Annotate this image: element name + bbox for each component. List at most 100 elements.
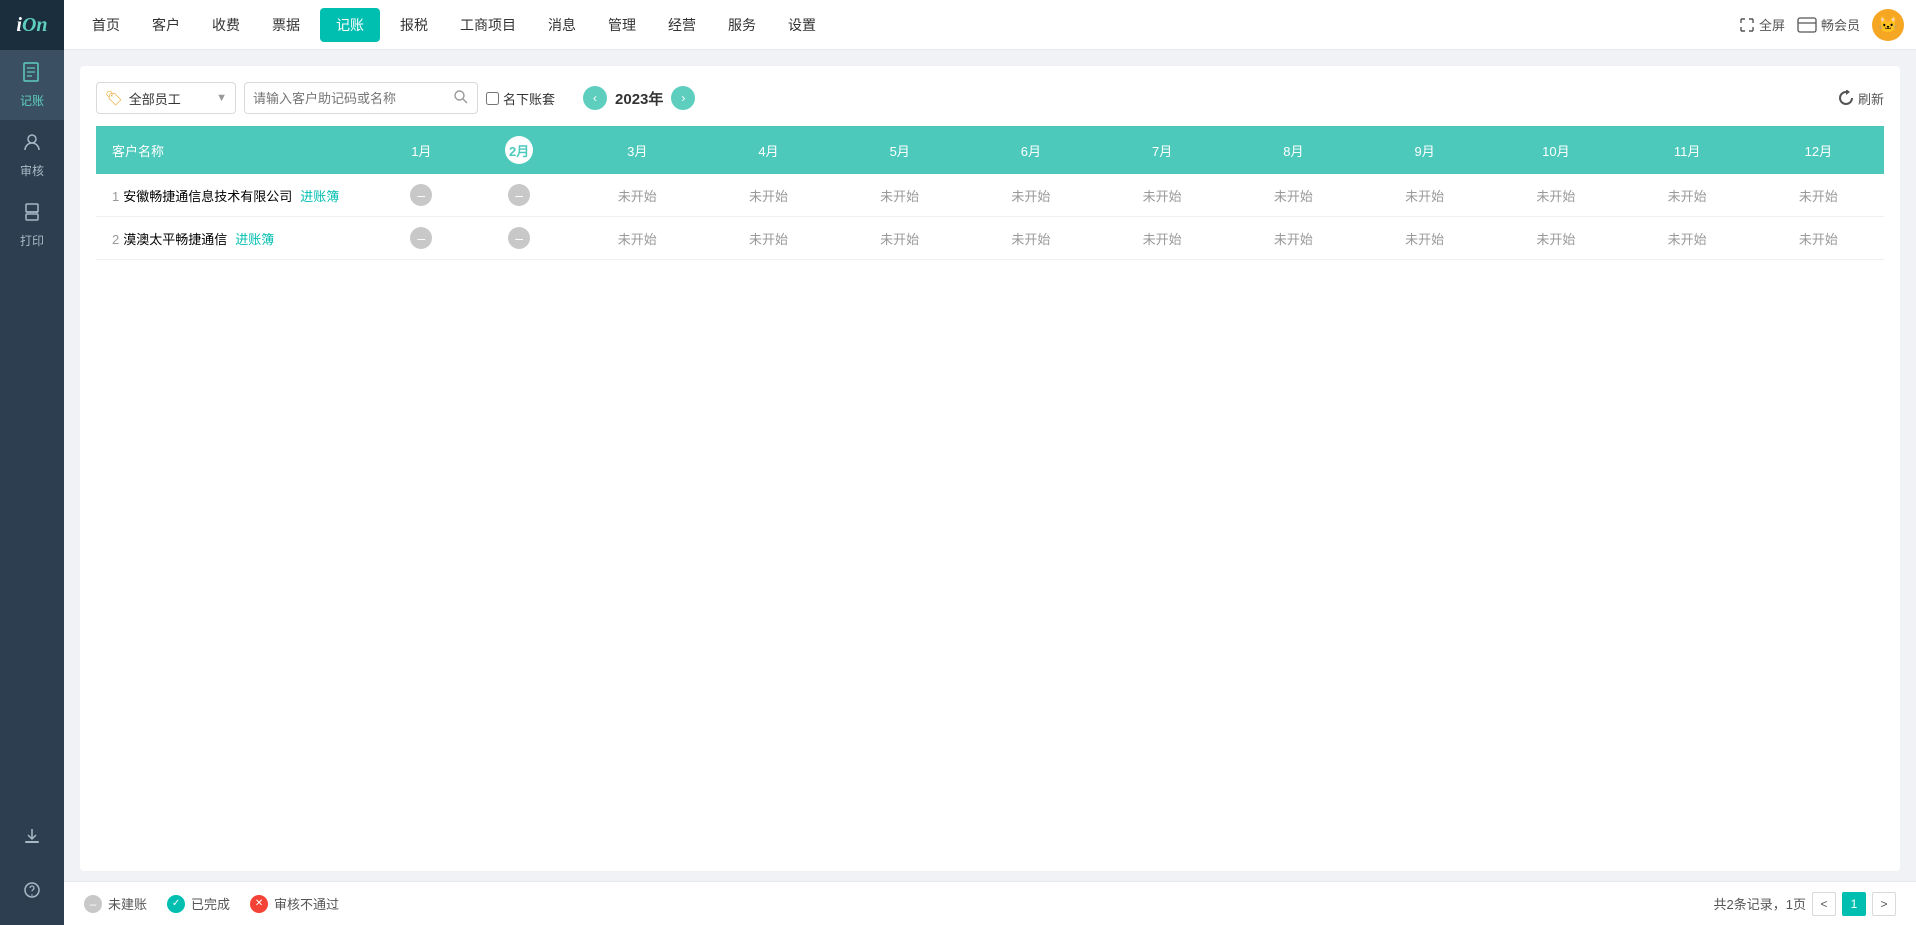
legend-rejected-label: 审核不通过 — [274, 894, 339, 913]
col-header-12: 12月 — [1753, 126, 1884, 174]
status-not-built-icon[interactable] — [508, 184, 530, 206]
month-cell[interactable] — [376, 217, 467, 260]
col-header-6: 6月 — [965, 126, 1096, 174]
topnav-ledger[interactable]: 记账 — [320, 8, 380, 42]
status-not-started: 未开始 — [1799, 232, 1838, 247]
user-avatar[interactable]: 🐱 — [1872, 9, 1904, 41]
month-cell: 未开始 — [1097, 217, 1228, 260]
data-table: 客户名称 1月 2月 3月 4月 5月 6月 7月 8月 9月 10月 11月 — [96, 126, 1884, 260]
month-cell: 未开始 — [1228, 217, 1359, 260]
employee-select[interactable]: 🏷 全部员工 ▼ — [96, 82, 236, 114]
topnav-management[interactable]: 管理 — [592, 0, 652, 50]
print-icon — [21, 201, 43, 228]
pagination: 共2条记录，1页 < 1 > — [1714, 892, 1896, 916]
topnav-messages[interactable]: 消息 — [532, 0, 592, 50]
topnav-service[interactable]: 服务 — [712, 0, 772, 50]
ledger-link[interactable]: 进账簿 — [235, 232, 274, 247]
year-prev-btn[interactable]: ‹ — [583, 86, 607, 110]
month-cell: 未开始 — [1228, 174, 1359, 217]
topnav-settings[interactable]: 设置 — [772, 0, 832, 50]
sidebar-item-ledger[interactable]: 记账 — [0, 50, 64, 120]
topnav-operations[interactable]: 经营 — [652, 0, 712, 50]
col-header-3: 3月 — [572, 126, 703, 174]
month-cell: 未开始 — [965, 217, 1096, 260]
pagination-prev[interactable]: < — [1812, 892, 1836, 916]
topnav-billing[interactable]: 收费 — [196, 0, 256, 50]
row-num: 1 — [112, 189, 119, 204]
month-cell: 未开始 — [1621, 217, 1752, 260]
month-cell[interactable] — [376, 174, 467, 217]
status-not-built-icon[interactable] — [508, 227, 530, 249]
status-not-built-icon[interactable] — [410, 227, 432, 249]
year-nav: ‹ 2023年 › — [583, 86, 695, 110]
col-header-8: 8月 — [1228, 126, 1359, 174]
ledger-link[interactable]: 进账簿 — [300, 189, 339, 204]
topnav-home[interactable]: 首页 — [76, 0, 136, 50]
topnav: 首页 客户 收费 票据 记账 报税 工商项目 消息 管理 经营 服务 设置 全屏… — [64, 0, 1916, 50]
col-header-2: 2月 — [467, 126, 572, 174]
status-not-built-icon[interactable] — [410, 184, 432, 206]
toolbar: 🏷 全部员工 ▼ 名下账套 ‹ 2023年 › — [96, 82, 1884, 114]
audit-icon — [21, 131, 43, 158]
pagination-next[interactable]: > — [1872, 892, 1896, 916]
sidebar-item-audit[interactable]: 审核 — [0, 120, 64, 190]
month-cell: 未开始 — [1359, 217, 1490, 260]
sidebar-item-ledger-label: 记账 — [20, 92, 44, 109]
col-header-9: 9月 — [1359, 126, 1490, 174]
fullscreen-btn[interactable]: 全屏 — [1739, 15, 1785, 34]
status-not-started: 未开始 — [1143, 189, 1182, 204]
month-cell: 未开始 — [572, 217, 703, 260]
month-cell[interactable] — [467, 174, 572, 217]
fullscreen-label: 全屏 — [1759, 15, 1785, 34]
name-under-checkbox[interactable]: 名下账套 — [486, 89, 555, 108]
page-body: 🏷 全部员工 ▼ 名下账套 ‹ 2023年 › — [64, 50, 1916, 925]
sidebar-download-btn[interactable] — [0, 811, 64, 861]
month-cell: 未开始 — [572, 174, 703, 217]
month-cell[interactable] — [467, 217, 572, 260]
col-header-4: 4月 — [703, 126, 834, 174]
employee-icon: 🏷 — [105, 90, 123, 107]
topnav-tax[interactable]: 报税 — [384, 0, 444, 50]
year-next-btn[interactable]: › — [671, 86, 695, 110]
sidebar: iOn 记账 审核 打印 — [0, 0, 64, 925]
checkbox-input[interactable] — [486, 92, 499, 105]
month-cell: 未开始 — [1097, 174, 1228, 217]
topnav-clients[interactable]: 客户 — [136, 0, 196, 50]
month-cell: 未开始 — [965, 174, 1096, 217]
legend-teal-icon — [167, 895, 185, 913]
sidebar-support-btn[interactable] — [0, 865, 64, 915]
col-header-11: 11月 — [1621, 126, 1752, 174]
client-name: 安徽畅捷通信息技术有限公司 — [123, 189, 292, 204]
search-input-wrap — [244, 82, 478, 114]
topnav-invoices[interactable]: 票据 — [256, 0, 316, 50]
status-not-started: 未开始 — [1274, 189, 1313, 204]
pagination-page-1[interactable]: 1 — [1842, 892, 1866, 916]
topnav-business[interactable]: 工商项目 — [444, 0, 532, 50]
legend-grey-icon — [84, 895, 102, 913]
status-not-started: 未开始 — [1536, 232, 1575, 247]
page-card: 🏷 全部员工 ▼ 名下账套 ‹ 2023年 › — [80, 66, 1900, 871]
member-label: 畅会员 — [1821, 15, 1860, 34]
status-not-started: 未开始 — [1405, 189, 1444, 204]
month-cell: 未开始 — [1490, 217, 1621, 260]
status-not-started: 未开始 — [618, 232, 657, 247]
search-icon[interactable] — [453, 89, 469, 108]
status-not-started: 未开始 — [618, 189, 657, 204]
checkbox-label: 名下账套 — [503, 89, 555, 108]
client-name: 漠澳太平畅捷通信 — [123, 232, 227, 247]
employee-select-label: 全部员工 — [129, 89, 181, 108]
col-header-7: 7月 — [1097, 126, 1228, 174]
status-not-started: 未开始 — [749, 232, 788, 247]
status-not-started: 未开始 — [1536, 189, 1575, 204]
sidebar-item-print-label: 打印 — [20, 232, 44, 249]
sidebar-item-print[interactable]: 打印 — [0, 190, 64, 260]
sidebar-item-audit-label: 审核 — [20, 162, 44, 179]
status-not-started: 未开始 — [1405, 232, 1444, 247]
month-cell: 未开始 — [1753, 174, 1884, 217]
legend-complete-label: 已完成 — [191, 894, 230, 913]
search-input[interactable] — [253, 91, 453, 106]
refresh-btn[interactable]: 刷新 — [1838, 89, 1884, 108]
col-header-10: 10月 — [1490, 126, 1621, 174]
legend-rejected: 审核不通过 — [250, 894, 339, 913]
member-btn[interactable]: 畅会员 — [1797, 15, 1860, 34]
